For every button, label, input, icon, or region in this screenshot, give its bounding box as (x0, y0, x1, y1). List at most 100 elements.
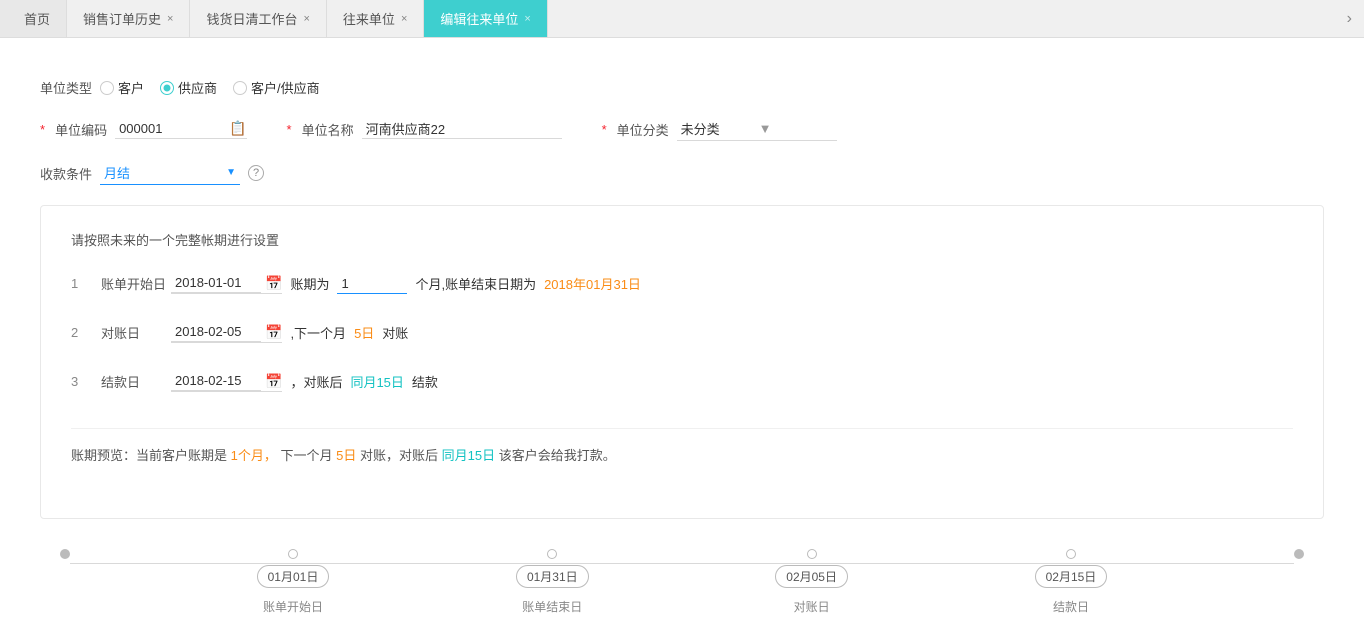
tab-bar: 首页 销售订单历史 × 钱货日清工作台 × 往来单位 × 编辑往来单位 × › (0, 0, 1364, 38)
unit-category-label: 单位分类 (617, 120, 669, 139)
row3-suffix-after: 结款 (412, 372, 438, 391)
tab-partner[interactable]: 往来单位 × (327, 0, 424, 37)
timeline-points: 01月01日 账单开始日 01月31日 账单结束日 02月05日 对账日 02月… (60, 549, 1304, 615)
unit-category-group: * 单位分类 未分类 ▼ (602, 117, 837, 141)
timeline-point-reconcile: 02月05日 对账日 (775, 549, 848, 615)
radio-both-circle (233, 81, 247, 95)
tab-edit-partner[interactable]: 编辑往来单位 × (424, 0, 547, 37)
unit-type-row: 单位类型 客户 供应商 客户/供应商 (40, 78, 1324, 97)
unit-name-star: * (287, 122, 292, 137)
timeline-dot-start (288, 549, 298, 559)
row2-label: 对账日 (101, 323, 171, 342)
tab-home[interactable]: 首页 (0, 0, 67, 37)
timeline-container: 01月01日 账单开始日 01月31日 账单结束日 02月05日 对账日 02月… (40, 549, 1324, 615)
unit-code-book-icon[interactable]: 📋 (229, 120, 246, 137)
tab-more-button[interactable]: › (1335, 0, 1364, 37)
timeline-label-reconcile: 对账日 (794, 598, 830, 615)
settings-title: 请按照未来的一个完整帐期进行设置 (71, 230, 1293, 249)
tab-cash-work-label: 钱货日清工作台 (206, 9, 297, 28)
radio-both-label: 客户/供应商 (251, 78, 320, 97)
settings-row-2: 2 对账日 📅 ,下一个月 5日 对账 (71, 322, 1293, 343)
payment-condition-label: 收款条件 (40, 164, 92, 183)
row2-highlight: 5日 (354, 323, 374, 342)
timeline-point-start: 01月01日 账单开始日 (257, 549, 330, 615)
unit-name-input[interactable] (362, 119, 562, 139)
tab-sales-history-label: 销售订单历史 (83, 9, 161, 28)
settings-row-1: 1 账单开始日 📅 账期为 个月,账单结束日期为 2018年01月31日 (71, 273, 1293, 294)
timeline-badge-payment: 02月15日 (1035, 565, 1108, 588)
close-edit-partner-icon[interactable]: × (524, 13, 530, 25)
row1-suffix-before: 账期为 (290, 274, 329, 293)
main-content: 单位类型 客户 供应商 客户/供应商 * 单位编码 (0, 38, 1364, 635)
close-cash-work-icon[interactable]: × (303, 13, 309, 25)
radio-both[interactable]: 客户/供应商 (233, 78, 320, 97)
radio-supplier[interactable]: 供应商 (160, 78, 217, 97)
timeline-left-endpoint (60, 549, 70, 615)
row3-calendar-icon[interactable]: 📅 (265, 373, 282, 390)
preview-reconcile-day: 5日 (336, 448, 356, 463)
timeline-dot-end (547, 549, 557, 559)
timeline-label-payment: 结款日 (1053, 598, 1089, 615)
row1-date-input[interactable] (171, 273, 261, 293)
timeline-right-endpoint (1294, 549, 1304, 615)
close-sales-history-icon[interactable]: × (167, 13, 173, 25)
unit-category-star: * (602, 122, 607, 137)
preview-payment-day: 同月15日 (442, 448, 495, 463)
settings-box: 请按照未来的一个完整帐期进行设置 1 账单开始日 📅 账期为 个月,账单结束日期… (40, 205, 1324, 519)
tab-home-label: 首页 (24, 9, 50, 28)
row1-calendar-icon[interactable]: 📅 (265, 275, 282, 292)
row2-num: 2 (71, 325, 101, 340)
payment-condition-row: 收款条件 月结 ▼ ? (40, 161, 1324, 185)
unit-category-value: 未分类 (681, 119, 755, 138)
unit-category-arrow-icon: ▼ (759, 121, 833, 136)
radio-customer-label: 客户 (118, 78, 144, 97)
payment-condition-arrow-icon: ▼ (226, 167, 236, 178)
row1-date-wrapper: 📅 (171, 273, 282, 294)
timeline-point-payment: 02月15日 结款日 (1035, 549, 1108, 615)
payment-condition-select[interactable]: 月结 ▼ (100, 161, 240, 185)
payment-condition-group: 收款条件 月结 ▼ ? (40, 161, 264, 185)
row2-value: 📅 ,下一个月 5日 对账 (171, 322, 1293, 343)
radio-customer[interactable]: 客户 (100, 78, 144, 97)
unit-code-star: * (40, 122, 45, 137)
row3-value: 📅 ，对账后 同月15日 结款 (171, 371, 1293, 392)
preview-period: 1个月， (231, 448, 277, 463)
row2-calendar-icon[interactable]: 📅 (265, 324, 282, 341)
unit-category-select[interactable]: 未分类 ▼ (677, 117, 837, 141)
row1-highlight: 2018年01月31日 (544, 274, 641, 293)
row1-value: 📅 账期为 个月,账单结束日期为 2018年01月31日 (171, 273, 1293, 294)
payment-condition-value: 月结 (104, 163, 222, 182)
unit-code-input[interactable] (115, 119, 225, 138)
preview-section: 账期预览：当前客户账期是 1个月， 下一个月 5日 对账，对账后 同月15日 该… (71, 392, 1293, 464)
unit-code-input-wrapper: 📋 (115, 119, 246, 139)
period-input[interactable] (337, 274, 407, 294)
timeline-badge-start: 01月01日 (257, 565, 330, 588)
timeline-left-dot (60, 549, 70, 559)
row3-date-input[interactable] (171, 371, 261, 391)
row3-highlight: 同月15日 (350, 372, 403, 391)
row2-suffix-before: ,下一个月 (290, 323, 346, 342)
row1-num: 1 (71, 276, 101, 291)
row1-label: 账单开始日 (101, 274, 171, 293)
timeline-point-end: 01月31日 账单结束日 (516, 549, 589, 615)
timeline-label-end: 账单结束日 (522, 598, 582, 615)
radio-customer-circle (100, 81, 114, 95)
unit-info-row: * 单位编码 📋 * 单位名称 * 单位分类 未分类 ▼ (40, 117, 1324, 141)
unit-code-label: 单位编码 (55, 120, 107, 139)
unit-type-group: 单位类型 客户 供应商 客户/供应商 (40, 78, 320, 97)
preview-prefix: 账期预览：当前客户账期是 (71, 448, 227, 463)
row3-suffix-before: ，对账后 (290, 372, 342, 391)
tab-cash-work[interactable]: 钱货日清工作台 × (190, 0, 326, 37)
tab-edit-partner-label: 编辑往来单位 (440, 9, 518, 28)
preview-text: 账期预览：当前客户账期是 1个月， 下一个月 5日 对账，对账后 同月15日 该… (71, 445, 1293, 464)
timeline-label-start: 账单开始日 (263, 598, 323, 615)
timeline-section: 01月01日 账单开始日 01月31日 账单结束日 02月05日 对账日 02月… (40, 519, 1324, 635)
tab-sales-history[interactable]: 销售订单历史 × (67, 0, 190, 37)
unit-code-group: * 单位编码 📋 (40, 119, 247, 139)
row3-num: 3 (71, 374, 101, 389)
unit-type-label: 单位类型 (40, 78, 92, 97)
payment-help-icon[interactable]: ? (248, 165, 264, 181)
preview-reconcile-suffix: 对账，对账后 (360, 448, 438, 463)
close-partner-icon[interactable]: × (401, 13, 407, 25)
row2-date-input[interactable] (171, 322, 261, 342)
